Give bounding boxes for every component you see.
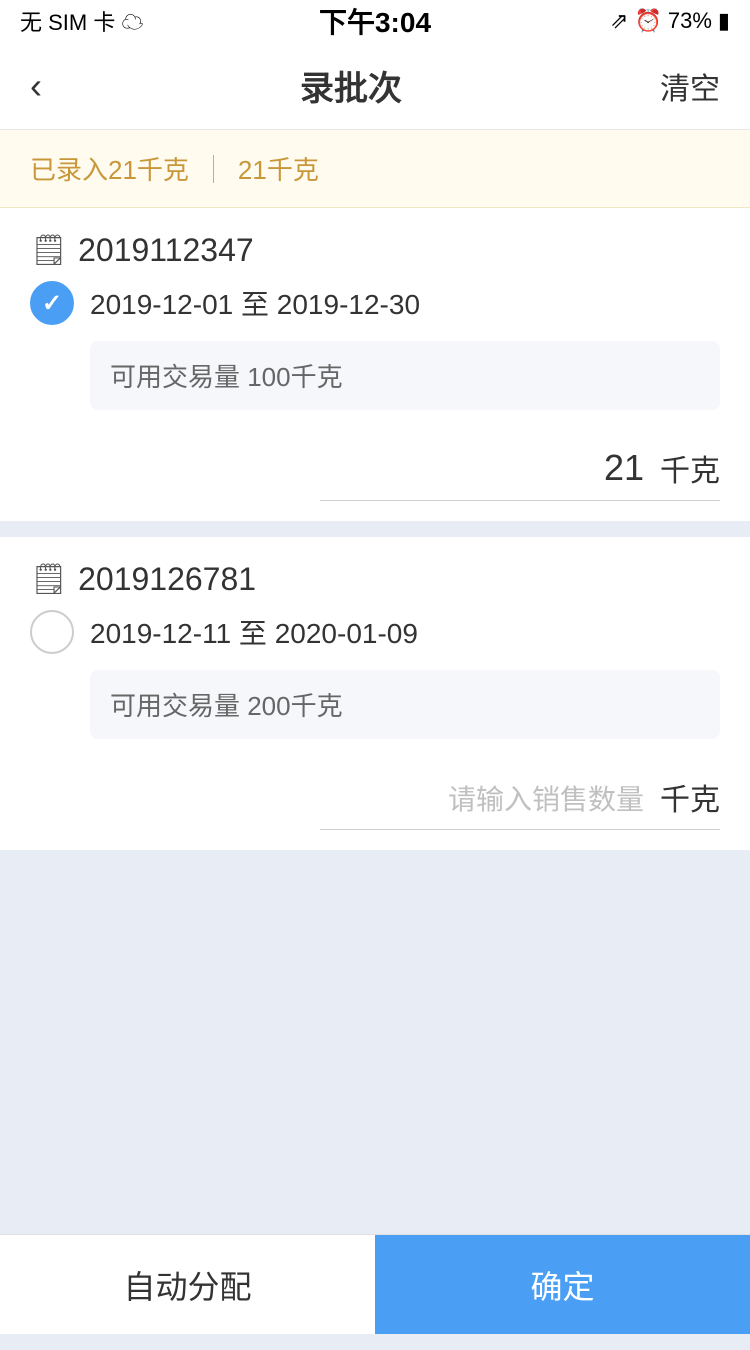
batch-header-2: 🗒 2019126781 [30,561,720,598]
no-sim-text: 无 SIM 卡 ☁ [20,5,143,37]
batch-date-1: 2019-12-01 至 2019-12-30 [90,283,420,323]
confirm-button[interactable]: 确定 [375,1235,750,1334]
batch-row-2: 2019-12-11 至 2020-01-09 [30,610,720,654]
summary-value: 21千克 [238,150,319,187]
batch-item-2: 🗒 2019126781 2019-12-11 至 2020-01-09 可用交… [0,537,750,755]
radio-1[interactable] [30,281,74,325]
batch-item-1: 🗒 2019112347 2019-12-01 至 2019-12-30 可用交… [0,208,750,426]
status-left: 无 SIM 卡 ☁ [20,5,143,37]
qty-input-1[interactable] [179,447,644,489]
input-inner-1: 千克 [30,426,720,500]
radio-2[interactable] [30,610,74,654]
battery-text: 73% [668,8,712,34]
batch-header-1: 🗒 2019112347 [30,232,720,269]
batch-row-1: 2019-12-01 至 2019-12-30 [30,281,720,325]
back-button[interactable]: ‹ [30,65,42,107]
status-time: 下午3:04 [319,1,431,41]
alarm-icon: ⏰ [634,8,661,34]
status-right: ⇗ ⏰ 73% ▮ [610,8,730,34]
summary-bar: 已录入21千克 21千克 [0,130,750,208]
batch-icon-1: 🗒 [30,233,68,268]
qty-input-2[interactable] [179,776,644,818]
available-qty-2: 可用交易量 200千克 [90,670,720,739]
footer: 自动分配 确定 [0,1234,750,1334]
page-title: 录批次 [300,61,402,110]
summary-label: 已录入21千克 [30,150,189,187]
input-section-2: 千克 [0,755,750,850]
batch-date-2: 2019-12-11 至 2020-01-09 [90,612,418,652]
auto-distribute-button[interactable]: 自动分配 [0,1235,375,1334]
batch-id-2: 2019126781 [78,561,256,598]
clear-button[interactable]: 清空 [660,64,720,108]
available-qty-1: 可用交易量 100千克 [90,341,720,410]
input-inner-2: 千克 [30,755,720,829]
summary-divider [213,155,214,183]
status-bar: 无 SIM 卡 ☁ 下午3:04 ⇗ ⏰ 73% ▮ [0,0,750,42]
batch-icon-2: 🗒 [30,562,68,597]
input-section-1: 千克 [0,426,750,521]
location-icon: ⇗ [610,8,628,34]
qty-unit-2: 千克 [660,775,720,819]
battery-icon: ▮ [718,8,730,34]
section-separator [0,521,750,537]
nav-bar: ‹ 录批次 清空 [0,42,750,130]
batch-id-1: 2019112347 [78,232,254,269]
qty-unit-1: 千克 [660,446,720,490]
